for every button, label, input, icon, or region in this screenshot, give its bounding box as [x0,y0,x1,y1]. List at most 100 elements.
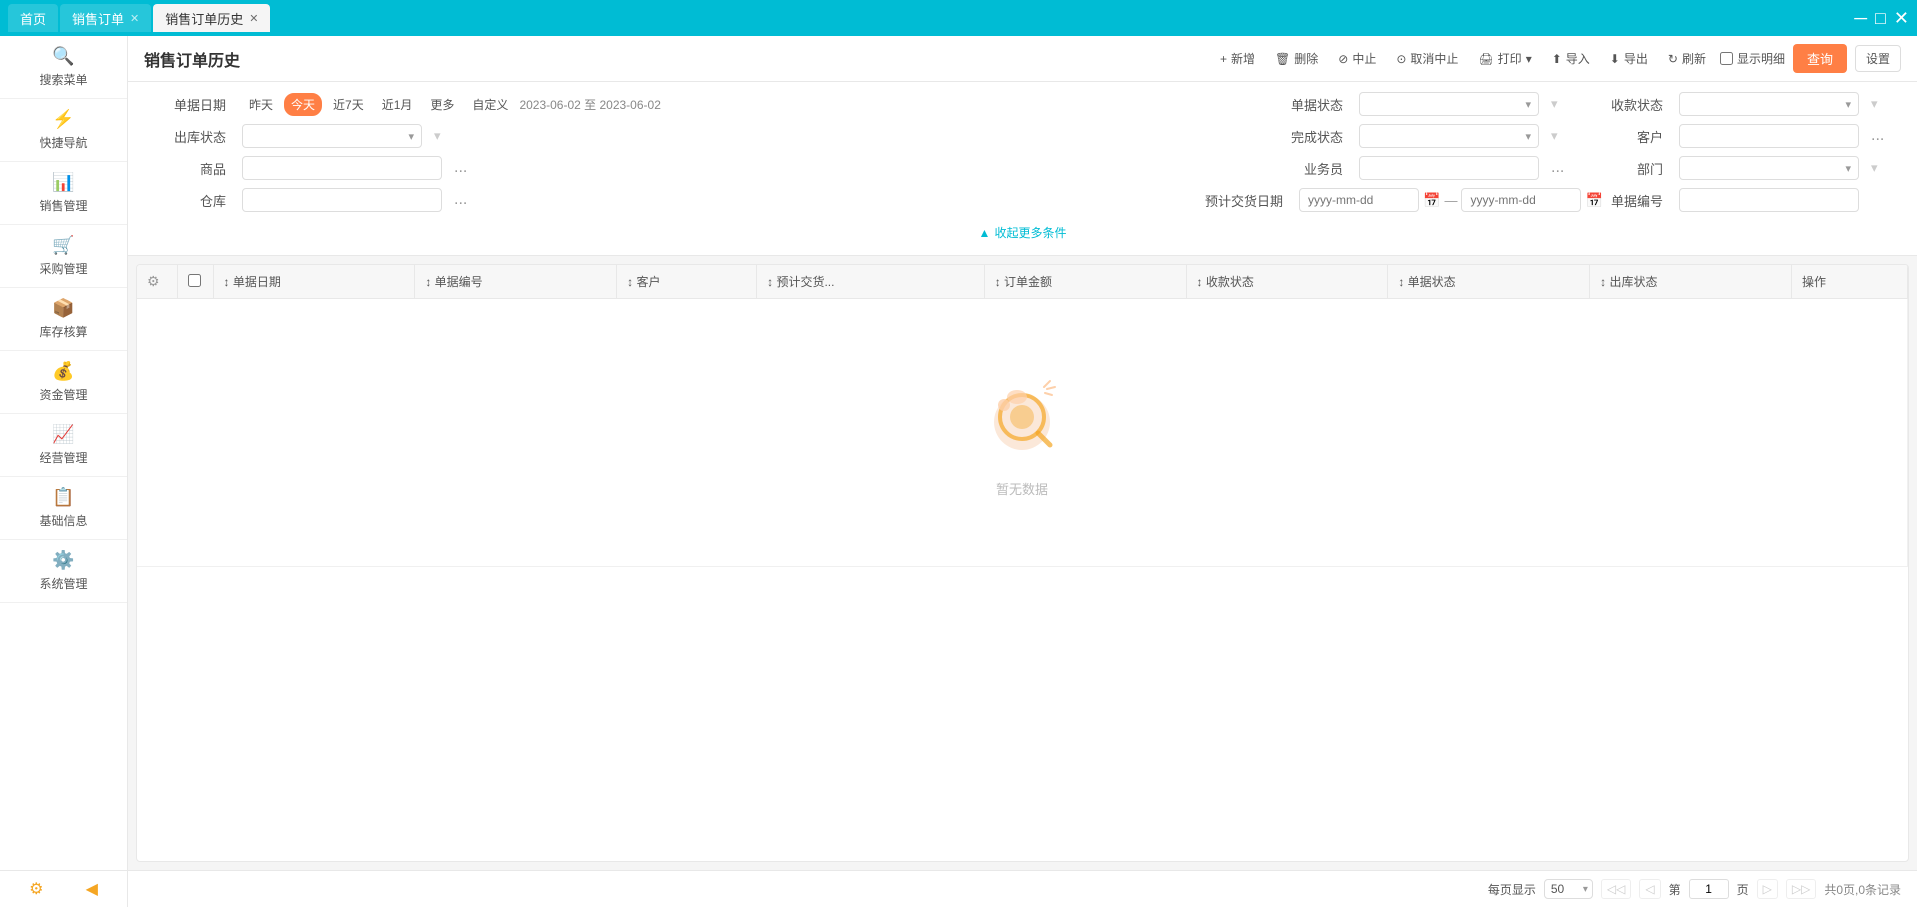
sidebar-item-quick-nav[interactable]: ⚡ 快捷导航 [0,99,127,162]
goods-input[interactable] [242,156,442,180]
add-button[interactable]: + 新增 [1214,46,1261,71]
department-select[interactable] [1679,156,1859,180]
th-delivery-date: ↕ 预计交货... [757,265,985,299]
customer-input[interactable] [1679,124,1859,148]
main-layout: 🔍 搜索菜单 ⚡ 快捷导航 📊 销售管理 🛒 采购管理 📦 库存核算 💰 资金管… [0,36,1917,907]
sidebar-settings-btn[interactable]: ⚙ [29,879,43,899]
tab-sales-order-history-label: 销售订单历史 [165,9,243,28]
settings-button[interactable]: 设置 [1855,45,1901,72]
query-button[interactable]: 查询 [1793,44,1847,73]
delivery-status-select[interactable] [242,124,422,148]
tab-home[interactable]: 首页 [8,4,58,32]
collapse-filter-btn[interactable]: ▲ 收起更多条件 [975,220,1071,245]
salesperson-more-btn[interactable]: ... [1551,159,1564,177]
first-page-btn[interactable]: ◁◁ [1601,879,1631,899]
next-page-btn[interactable]: ▷ [1757,879,1778,899]
cancel-stop-icon: ⊙ [1396,52,1406,66]
th-customer: ↕ 客户 [617,265,757,299]
sidebar-collapse-btn[interactable]: ◀ [86,879,98,899]
window-close-icon[interactable]: ✕ [1894,8,1909,29]
complete-status-select[interactable] [1359,124,1539,148]
tab-sales-order-close[interactable]: ✕ [130,12,139,25]
sales-mgmt-icon: 📊 [52,172,74,193]
th-order-status-label: ↕ 单据状态 [1398,275,1455,289]
refresh-icon: ↻ [1668,52,1678,66]
filter-row-1: 单据日期 昨天 今天 近7天 近1月 更多 自定义 2023-06-02 至 2… [144,92,1901,116]
date-btn-yesterday[interactable]: 昨天 [242,93,280,116]
display-cols-checkbox[interactable] [1720,52,1733,65]
delivery-date-end-input[interactable] [1461,188,1581,212]
refresh-button[interactable]: ↻ 刷新 [1662,46,1712,71]
delete-icon: 🗑 [1275,52,1290,66]
sidebar-item-search-menu[interactable]: 🔍 搜索菜单 [0,36,127,99]
cancel-stop-button[interactable]: ⊙ 取消中止 [1390,46,1464,71]
sidebar-item-operation[interactable]: 📈 经营管理 [0,414,127,477]
customer-more-btn[interactable]: ... [1871,127,1884,145]
sidebar-item-basic-info[interactable]: 📋 基础信息 [0,477,127,540]
page-input[interactable] [1689,879,1729,899]
payment-status-select[interactable] [1679,92,1859,116]
warehouse-more-btn[interactable]: ... [454,191,467,209]
delivery-date-start-calendar[interactable]: 📅 [1423,192,1440,209]
page-size-select[interactable]: 50 10 20 100 [1544,879,1593,899]
th-delivery-status-label: ↕ 出库状态 [1600,275,1657,289]
payment-status-label: 收款状态 [1581,95,1671,114]
order-no-input[interactable] [1679,188,1859,212]
page-size-label: 每页显示 [1488,881,1536,898]
sidebar-item-sales-mgmt-label: 销售管理 [39,197,87,214]
salesperson-input[interactable] [1359,156,1539,180]
stop-button[interactable]: ⊘ 中止 [1332,46,1382,71]
order-status-label: 单据状态 [1261,95,1351,114]
last-page-btn[interactable]: ▷▷ [1786,879,1816,899]
sidebar-item-finance-label: 资金管理 [39,386,87,403]
finance-icon: 💰 [52,361,74,382]
stop-icon: ⊘ [1338,52,1348,66]
sidebar-item-finance[interactable]: 💰 资金管理 [0,351,127,414]
prev-page-btn[interactable]: ◁ [1639,879,1660,899]
date-btn-more[interactable]: 更多 [423,93,461,116]
delivery-date-start-input[interactable] [1299,188,1419,212]
print-icon: 🖨 [1478,52,1493,66]
warehouse-input[interactable] [242,188,442,212]
th-date: ↕ 单据日期 [213,265,415,299]
tab-sales-order-history-close[interactable]: ✕ [249,12,258,25]
order-status-select[interactable] [1359,92,1539,116]
sidebar-item-sales-mgmt[interactable]: 📊 销售管理 [0,162,127,225]
th-date-label: ↕ 单据日期 [224,275,281,289]
th-order-status: ↕ 单据状态 [1388,265,1590,299]
import-button[interactable]: ⬆ 导入 [1546,46,1596,71]
page-title: 销售订单历史 [144,47,240,71]
content-area: 销售订单历史 + 新增 🗑 删除 ⊘ 中止 ⊙ 取消中止 [128,36,1917,907]
filter-row-4: 仓库 ... 预计交货日期 📅 — 📅 单据编号 [144,188,1901,212]
sidebar-item-system[interactable]: ⚙️ 系统管理 [0,540,127,603]
filter-complete-status-col: 完成状态 ▾ [1261,124,1581,148]
print-dropdown-icon: ▾ [1526,52,1532,66]
date-quick-btns: 昨天 今天 近7天 近1月 更多 自定义 [242,93,515,116]
table-settings-icon[interactable]: ⚙ [147,273,160,289]
print-button[interactable]: 🖨 打印 ▾ [1472,46,1537,71]
import-icon: ⬆ [1552,52,1562,66]
delivery-status-select-wrapper [242,124,422,148]
date-btn-7days[interactable]: 近7天 [326,93,371,116]
window-maximize-icon[interactable]: □ [1875,8,1886,29]
th-action-label: 操作 [1802,275,1826,289]
tab-sales-order-history[interactable]: 销售订单历史 ✕ [153,4,270,32]
inventory-icon: 📦 [52,298,74,319]
export-button[interactable]: ⬇ 导出 [1604,46,1654,71]
display-cols-toggle[interactable]: 显示明细 [1720,50,1785,67]
sidebar-item-inventory[interactable]: 📦 库存核算 [0,288,127,351]
cancel-stop-label: 取消中止 [1410,50,1458,67]
goods-more-btn[interactable]: ... [454,159,467,177]
select-all-checkbox[interactable] [188,274,201,287]
sidebar-item-purchase-mgmt[interactable]: 🛒 采购管理 [0,225,127,288]
date-btn-custom[interactable]: 自定义 [465,93,515,116]
tab-sales-order[interactable]: 销售订单 ✕ [60,4,151,32]
date-btn-1month[interactable]: 近1月 [375,93,420,116]
window-minimize-icon[interactable]: ─ [1854,8,1867,29]
print-label: 打印 [1498,50,1522,67]
delete-button[interactable]: 🗑 删除 [1269,46,1324,71]
date-btn-today[interactable]: 今天 [284,93,322,116]
tab-bar: 首页 销售订单 ✕ 销售订单历史 ✕ [8,4,1854,32]
th-order-no: ↕ 单据编号 [415,265,617,299]
th-payment-status-label: ↕ 收款状态 [1197,275,1254,289]
